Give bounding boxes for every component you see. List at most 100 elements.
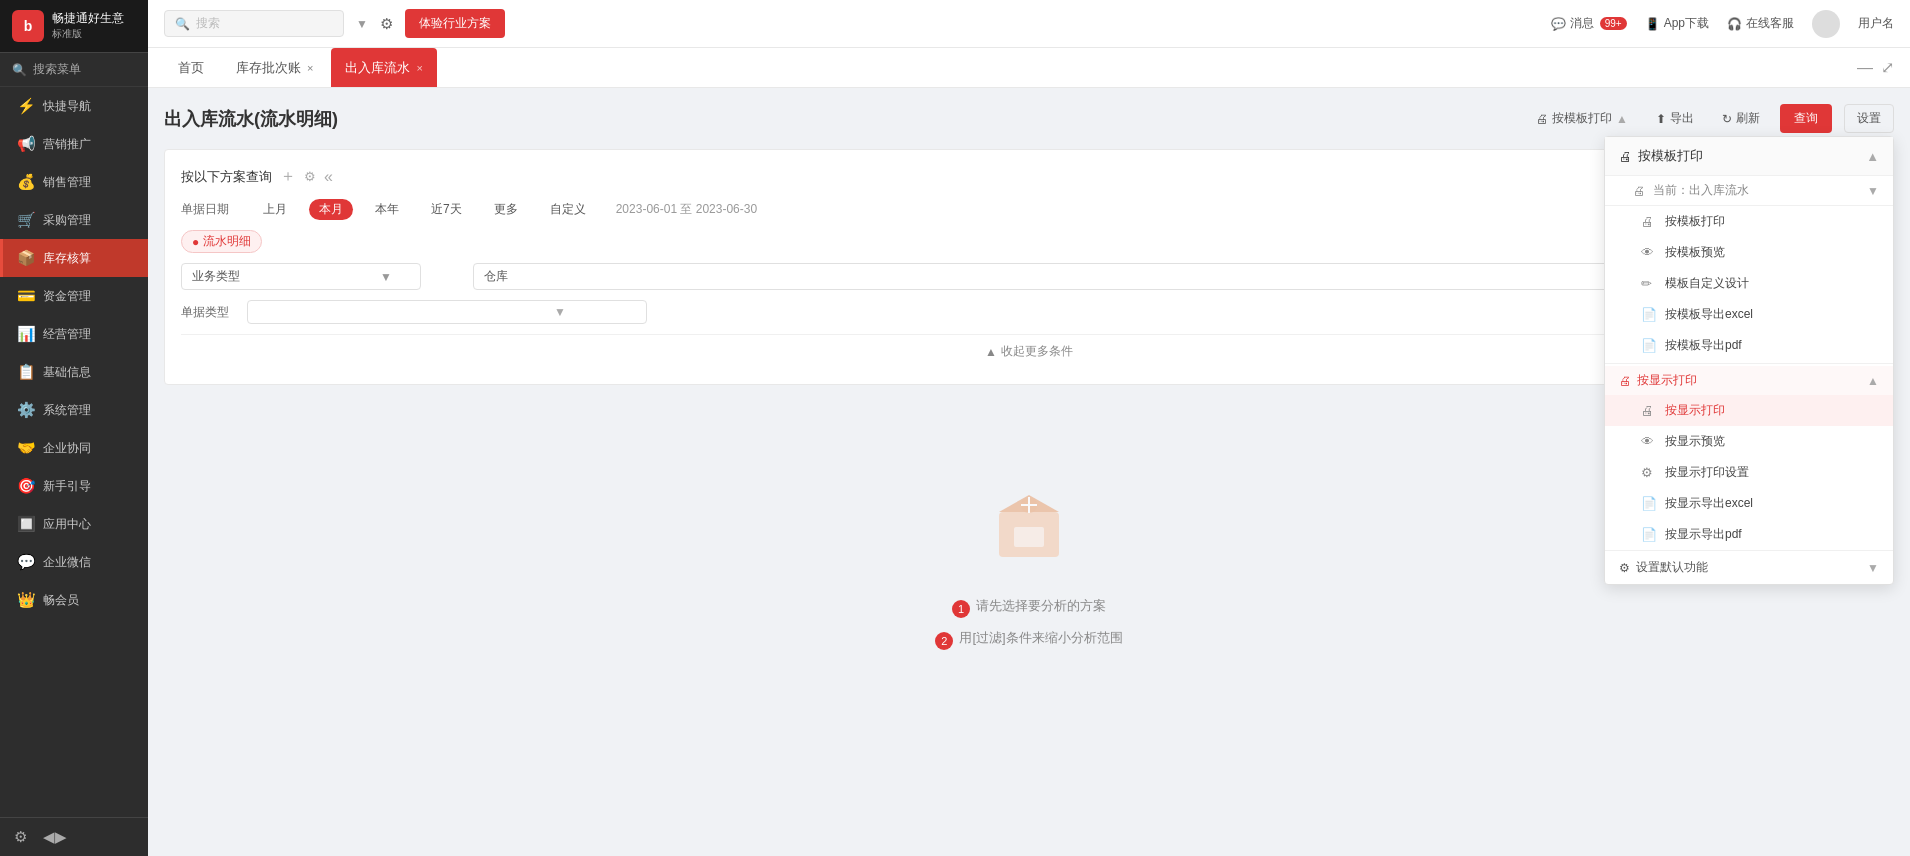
template-print-btn[interactable]: 🖨 按模板打印 ▲ <box>1528 106 1636 131</box>
headset-icon: 🎧 <box>1727 17 1742 31</box>
empty-hint-2: 2 用[过滤]条件来缩小分析范围 <box>935 629 1122 653</box>
message-item[interactable]: 💬 消息 99+ <box>1551 15 1627 32</box>
template-preview-icon: 👁 <box>1641 245 1657 260</box>
display-preview-icon: 👁 <box>1641 434 1657 449</box>
sidebar-item-finance[interactable]: 💳 资金管理 <box>0 277 148 315</box>
dropdown-header-arrow[interactable]: ▲ <box>1866 149 1879 164</box>
sidebar-item-label: 新手引导 <box>43 478 91 495</box>
sidebar-item-quick-nav[interactable]: ⚡ 快捷导航 <box>0 87 148 125</box>
hint1-num: 1 <box>952 600 970 618</box>
display-section-arrow[interactable]: ▲ <box>1867 374 1879 388</box>
sidebar-item-basic[interactable]: 📋 基础信息 <box>0 353 148 391</box>
flow-detail-badge[interactable]: ● 流水明细 <box>181 230 262 253</box>
printer-header-icon: 🖨 <box>1619 149 1632 164</box>
query-btn[interactable]: 查询 <box>1780 104 1832 133</box>
dropdown-panel: 🖨 按模板打印 ▲ 🖨 当前：出入库流水 ▼ 🖨 按模板打印 👁 按模板预览 <box>1604 136 1894 585</box>
sidebar-item-marketing[interactable]: 📢 营销推广 <box>0 125 148 163</box>
template-print-item-icon: 🖨 <box>1641 214 1657 229</box>
page-actions: 🖨 按模板打印 ▲ ⬆ 导出 ↻ 刷新 查询 设置 <box>1528 104 1894 133</box>
topbar-dropdown-arrow[interactable]: ▼ <box>356 17 368 31</box>
export-btn[interactable]: ⬆ 导出 <box>1648 106 1702 131</box>
filter-collapse-icon[interactable]: « <box>324 168 333 186</box>
sidebar-item-inventory[interactable]: 📦 库存核算 <box>0 239 148 277</box>
dropdown-display-export-excel[interactable]: 📄 按显示导出excel <box>1605 488 1893 519</box>
dropdown-template-export-excel[interactable]: 📄 按模板导出excel <box>1605 299 1893 330</box>
sidebar-item-system[interactable]: ⚙️ 系统管理 <box>0 391 148 429</box>
sidebar-search[interactable]: 🔍 搜索菜单 <box>0 53 148 87</box>
tab-inventory-batch[interactable]: 库存批次账 × <box>222 48 327 87</box>
sidebar-item-guide[interactable]: 🎯 新手引导 <box>0 467 148 505</box>
filter-date-more[interactable]: 更多 <box>484 199 528 220</box>
sidebar-item-label: 资金管理 <box>43 288 91 305</box>
tab-minimize-icon[interactable]: — <box>1857 59 1873 77</box>
query-label: 查询 <box>1794 110 1818 127</box>
display-excel-icon: 📄 <box>1641 496 1657 511</box>
sidebar-item-member[interactable]: 👑 畅会员 <box>0 581 148 619</box>
dropdown-footer-arrow[interactable]: ▼ <box>1867 561 1879 575</box>
app-download-item[interactable]: 📱 App下载 <box>1645 15 1709 32</box>
dropdown-display-export-pdf[interactable]: 📄 按显示导出pdf <box>1605 519 1893 550</box>
tab-maximize-icon[interactable]: ⤢ <box>1881 58 1894 77</box>
dropdown-display-print-settings[interactable]: ⚙ 按显示打印设置 <box>1605 457 1893 488</box>
dropdown-template-print[interactable]: 🖨 按模板打印 <box>1605 206 1893 237</box>
dropdown-template-customize[interactable]: ✏ 模板自定义设计 <box>1605 268 1893 299</box>
search-placeholder-text: 搜索 <box>196 15 220 32</box>
quick-nav-icon: ⚡ <box>17 97 35 115</box>
logo-badge: 标准版 <box>52 27 124 41</box>
filter-date-current-month[interactable]: 本月 <box>309 199 353 220</box>
message-badge: 99+ <box>1600 17 1627 30</box>
filter-date-last-month[interactable]: 上月 <box>253 199 297 220</box>
refresh-label: 刷新 <box>1736 110 1760 127</box>
filter-date-custom[interactable]: 自定义 <box>540 199 596 220</box>
user-name[interactable]: 用户名 <box>1858 15 1894 32</box>
template-print-label: 按模板打印 <box>1552 110 1612 127</box>
industry-btn[interactable]: 体验行业方案 <box>405 9 505 38</box>
dropdown-current-label-row: 🖨 当前：出入库流水 ▼ <box>1605 176 1893 206</box>
sidebar-logo: b 畅捷通好生意 标准版 <box>0 0 148 53</box>
tab-inventory-batch-close[interactable]: × <box>307 62 313 74</box>
filter-business-type[interactable]: 业务类型 ▼ <box>181 263 421 290</box>
dropdown-display-section-header[interactable]: 🖨 按显示打印 ▲ <box>1605 366 1893 395</box>
online-service-item[interactable]: 🎧 在线客服 <box>1727 15 1794 32</box>
sidebar-item-enterprise[interactable]: 🤝 企业协同 <box>0 429 148 467</box>
filter-gear-icon[interactable]: ⚙ <box>304 169 316 184</box>
filter-doctype-arrow: ▼ <box>554 305 566 319</box>
template-print-arrow[interactable]: ▲ <box>1616 112 1628 126</box>
topbar: 🔍 搜索 ▼ ⚙ 体验行业方案 💬 消息 99+ 📱 App下载 🎧 在线客服 … <box>148 0 1910 48</box>
dropdown-display-preview[interactable]: 👁 按显示预览 <box>1605 426 1893 457</box>
filter-add-btn[interactable]: ＋ <box>280 166 296 187</box>
collapse-arrow-icon: ▲ <box>985 345 997 359</box>
topbar-search[interactable]: 🔍 搜索 <box>164 10 344 37</box>
collapse-sidebar-icon[interactable]: ◀▶ <box>43 828 67 846</box>
tab-flow-label: 出入库流水 <box>345 59 410 77</box>
current-label-arrow[interactable]: ▼ <box>1867 184 1879 198</box>
dropdown-footer[interactable]: ⚙ 设置默认功能 ▼ <box>1605 550 1893 584</box>
sidebar-item-wechat[interactable]: 💬 企业微信 <box>0 543 148 581</box>
user-avatar[interactable] <box>1812 10 1840 38</box>
message-label: 消息 <box>1570 15 1594 32</box>
page-header: 出入库流水(流水明细) 🖨 按模板打印 ▲ ⬆ 导出 ↻ 刷新 查询 <box>164 104 1894 133</box>
tab-flow-close[interactable]: × <box>416 62 422 74</box>
tabs-right: — ⤢ <box>1857 58 1894 77</box>
filter-doctype-select[interactable]: ▼ <box>247 300 647 324</box>
sidebar-item-operation[interactable]: 📊 经营管理 <box>0 315 148 353</box>
filter-date-current-year[interactable]: 本年 <box>365 199 409 220</box>
dropdown-template-preview[interactable]: 👁 按模板预览 <box>1605 237 1893 268</box>
sidebar-item-apps[interactable]: 🔲 应用中心 <box>0 505 148 543</box>
filter-title: 按以下方案查询 <box>181 168 272 186</box>
settings-btn[interactable]: 设置 <box>1844 104 1894 133</box>
settings-footer-icon[interactable]: ⚙ <box>14 828 27 846</box>
current-label-text: 当前：出入库流水 <box>1653 182 1867 199</box>
sidebar-item-purchase[interactable]: 🛒 采购管理 <box>0 201 148 239</box>
topbar-gear-icon[interactable]: ⚙ <box>380 15 393 33</box>
refresh-icon: ↻ <box>1722 112 1732 126</box>
sidebar-item-sales[interactable]: 💰 销售管理 <box>0 163 148 201</box>
refresh-btn[interactable]: ↻ 刷新 <box>1714 106 1768 131</box>
tab-home[interactable]: 首页 <box>164 48 218 87</box>
dropdown-template-export-pdf[interactable]: 📄 按模板导出pdf <box>1605 330 1893 361</box>
template-excel-label: 按模板导出excel <box>1665 306 1753 323</box>
tab-flow[interactable]: 出入库流水 × <box>331 48 436 87</box>
dropdown-display-print[interactable]: 🖨 按显示打印 <box>1605 395 1893 426</box>
app-download-icon: 📱 <box>1645 17 1660 31</box>
filter-date-last-7days[interactable]: 近7天 <box>421 199 472 220</box>
